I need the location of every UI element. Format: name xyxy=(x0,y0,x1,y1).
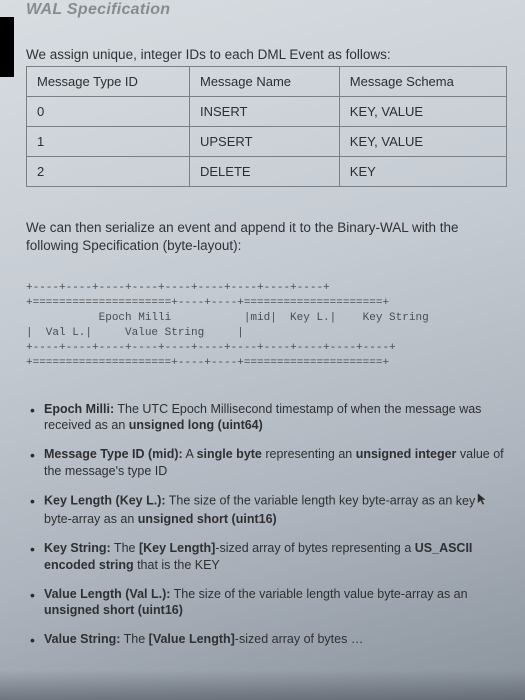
text: The xyxy=(120,632,148,646)
bold: [Key Length] xyxy=(139,541,215,555)
bold: unsigned integer xyxy=(356,447,457,461)
intro-text: We assign unique, integer IDs to each DM… xyxy=(26,47,507,62)
cell: KEY xyxy=(339,157,506,187)
cell: 0 xyxy=(27,97,190,127)
term: Epoch Milli: xyxy=(44,402,114,416)
bold: unsigned long (uint64) xyxy=(129,418,263,432)
bold: unsigned short (uint16) xyxy=(44,603,183,617)
cell: KEY, VALUE xyxy=(339,127,506,157)
text: The size of the variable length value by… xyxy=(170,587,467,601)
list-item: Key String: The [Key Length]-sized array… xyxy=(26,540,507,574)
cursor-icon xyxy=(475,492,489,511)
list-item: Key Length (Key L.): The size of the var… xyxy=(26,492,507,528)
text: A xyxy=(183,447,197,461)
left-black-strip xyxy=(0,17,14,77)
th-type-id: Message Type ID xyxy=(27,67,190,97)
bold: unsigned short (uint16) xyxy=(138,512,277,526)
bold: [Value Length] xyxy=(149,632,235,646)
text: -sized array of bytes representing a xyxy=(215,541,414,555)
list-item: Value Length (Val L.): The size of the v… xyxy=(26,586,507,620)
text: The size of the variable length key byte… xyxy=(166,494,456,508)
th-name: Message Name xyxy=(190,67,340,97)
cell: INSERT xyxy=(190,97,340,127)
th-schema: Message Schema xyxy=(339,67,506,97)
term: Value String: xyxy=(44,632,120,646)
cell: UPSERT xyxy=(190,127,340,157)
byte-layout-intro: We can then serialize an event and appen… xyxy=(26,219,507,255)
text: that is the KEY xyxy=(134,558,220,572)
page-content: WAL Specification We assign unique, inte… xyxy=(0,0,525,648)
page-title: WAL Specification xyxy=(26,0,507,19)
text: representing an xyxy=(262,447,356,461)
cell: DELETE xyxy=(190,157,340,187)
cell: KEY, VALUE xyxy=(339,97,506,127)
text: -sized array of bytes … xyxy=(235,632,364,646)
bottom-fade xyxy=(0,670,525,700)
dml-event-table: Message Type ID Message Name Message Sch… xyxy=(26,66,507,187)
term: Value Length (Val L.): xyxy=(44,587,170,601)
list-item: Value String: The [Value Length]-sized a… xyxy=(26,631,507,648)
byte-layout-ascii: +----+----+----+----+----+----+----+----… xyxy=(26,281,507,370)
list-item: Epoch Milli: The UTC Epoch Millisecond t… xyxy=(26,401,507,435)
table-row: 0 INSERT KEY, VALUE xyxy=(27,97,507,127)
term: Key Length (Key L.): xyxy=(44,494,166,508)
list-item: Message Type ID (mid): A single byte rep… xyxy=(26,446,507,480)
table-row: 1 UPSERT KEY, VALUE xyxy=(27,127,507,157)
table-row: 2 DELETE KEY xyxy=(27,157,507,187)
cell: 1 xyxy=(27,127,190,157)
term: Key String: xyxy=(44,541,111,555)
cell: 2 xyxy=(27,157,190,187)
table-header-row: Message Type ID Message Name Message Sch… xyxy=(27,67,507,97)
bold: single byte xyxy=(197,447,262,461)
text: The xyxy=(111,541,139,555)
field-definitions-list: Epoch Milli: The UTC Epoch Millisecond t… xyxy=(26,401,507,649)
term: Message Type ID (mid): xyxy=(44,447,183,461)
